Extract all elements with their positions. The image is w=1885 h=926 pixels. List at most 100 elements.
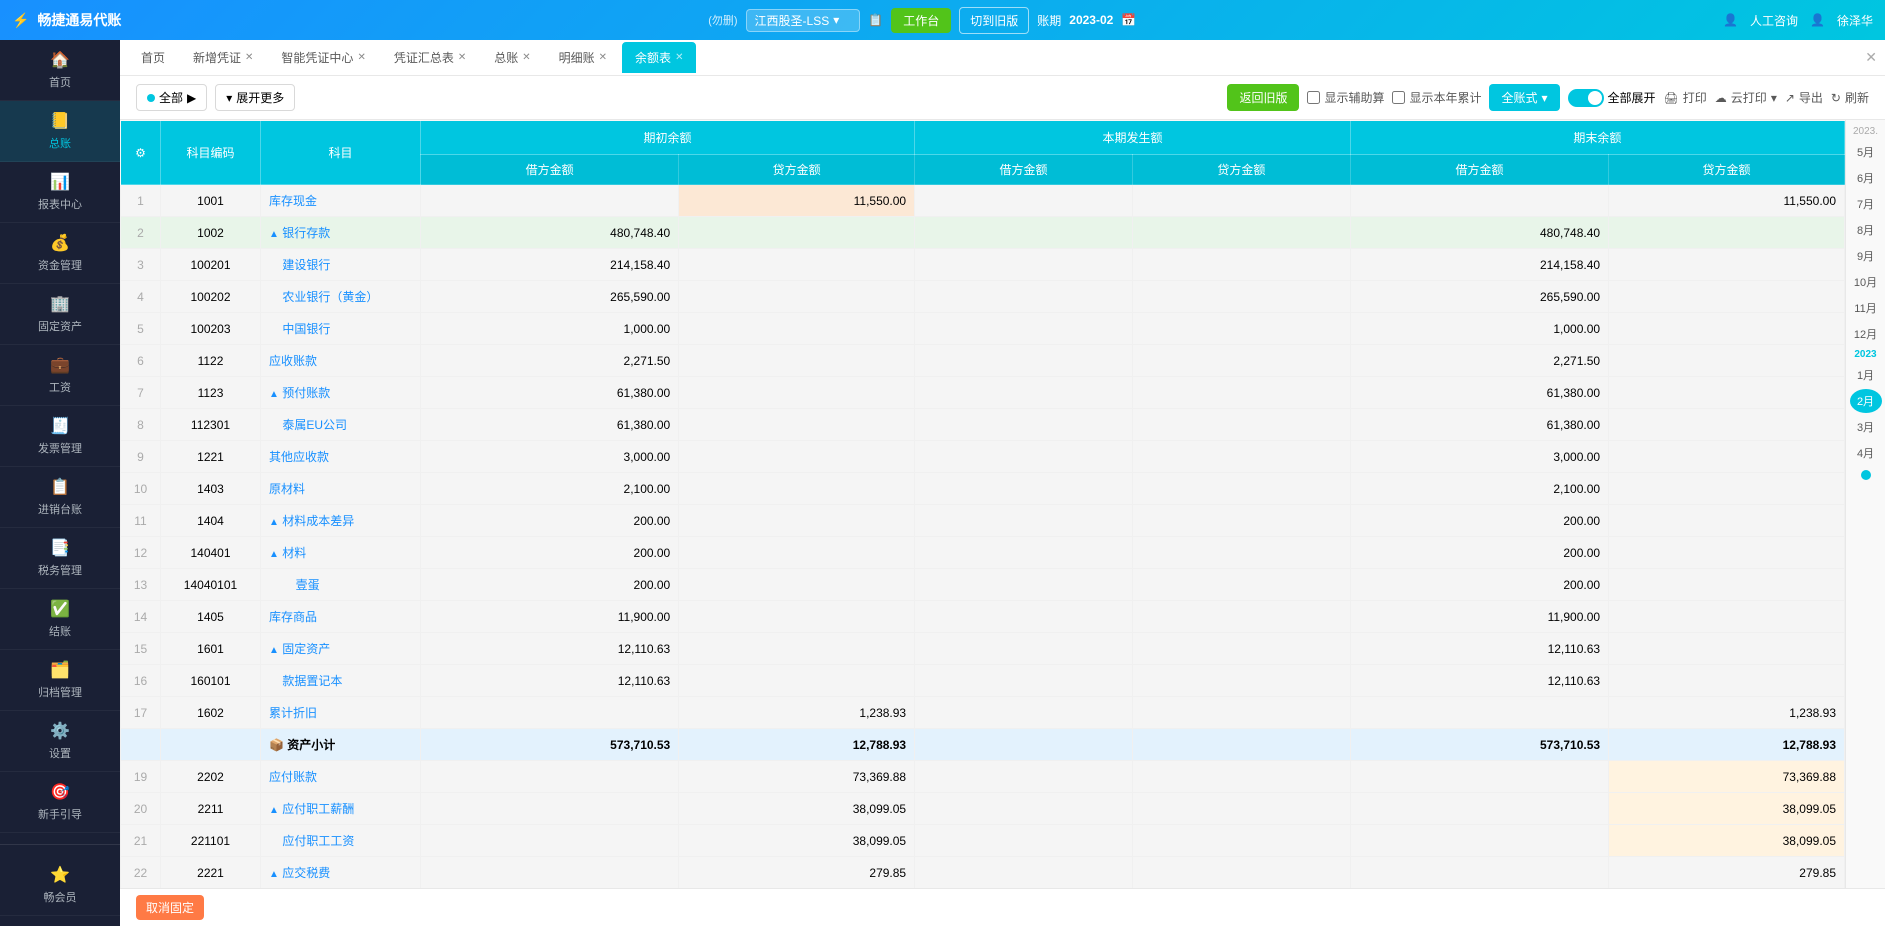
row-cp-credit [1132,761,1350,793]
tab-new-voucher[interactable]: 新增凭证 ✕ [180,42,266,73]
table-row: 5 100203 中国银行 1,000.00 1,000.00 [121,313,1845,345]
tab-bar: 首页 新增凭证 ✕ 智能凭证中心 ✕ 凭证汇总表 ✕ 总账 ✕ 明细账 ✕ [120,40,1885,76]
sidebar-item-newbie[interactable]: 🎯 新手引导 [0,772,120,833]
show-ytd-checkbox[interactable]: 显示本年累计 [1392,89,1481,106]
row-no: 22 [121,857,161,889]
sidebar-item-archive[interactable]: 🗂️ 归档管理 [0,650,120,711]
tab-detail-ledger-close[interactable]: ✕ [599,52,607,63]
cal-month-10[interactable]: 10月 [1850,270,1882,294]
row-eb-debit [1350,825,1608,857]
top-bar-right: 👤 人工咨询 👤 徐泽华 [1723,12,1873,29]
row-no: 21 [121,825,161,857]
row-ob-debit: 61,380.00 [421,377,679,409]
full-style-button[interactable]: 全账式 ▾ [1489,84,1559,111]
sidebar-item-payroll[interactable]: 💼 工资 [0,345,120,406]
expand-down-icon: ▾ [226,91,232,105]
old-version-button[interactable]: 切到旧版 [959,7,1029,34]
refresh-button[interactable]: ↻ 刷新 [1831,89,1869,106]
tab-general-ledger-close[interactable]: ✕ [522,52,530,63]
show-aux-checkbox[interactable]: 显示辅助算 [1307,89,1384,106]
cal-month-4[interactable]: 4月 [1850,441,1882,465]
cal-month-3[interactable]: 3月 [1850,415,1882,439]
row-no: 3 [121,249,161,281]
user-name[interactable]: 徐泽华 [1837,12,1873,29]
top-bar: ⚡ 畅捷通易代账 (勿删) 江西股圣-LSS ▾ 📋 工作台 切到旧版 账期 2… [0,0,1885,40]
print-button[interactable]: 🖨 打印 [1664,89,1707,106]
tab-smart-center[interactable]: 智能凭证中心 ✕ [268,42,378,73]
cal-month-2[interactable]: 2月 [1850,389,1882,413]
sidebar-item-capital[interactable]: 💰 资金管理 [0,223,120,284]
row-cp-credit [1132,313,1350,345]
tab-detail-ledger[interactable]: 明细账 ✕ [546,42,620,73]
sidebar-item-home[interactable]: 🏠 首页 [0,40,120,101]
export-icon: ↗ [1785,91,1795,105]
current-period-header: 本期发生额 [915,121,1351,155]
toggle-switch[interactable] [1568,89,1604,107]
workbench-button[interactable]: 工作台 [891,8,951,33]
company-selector[interactable]: 江西股圣-LSS ▾ [746,9,861,32]
row-eb-credit: 1,238.93 [1609,697,1845,729]
cal-month-7[interactable]: 7月 [1850,192,1882,216]
cal-month-6[interactable]: 6月 [1850,166,1882,190]
tab-voucher-summary[interactable]: 凭证汇总表 ✕ [381,42,479,73]
calendar-icon[interactable]: 📅 [1121,13,1136,27]
export-button[interactable]: ↗ 导出 [1785,89,1823,106]
table-row: 13 14040101 壹蛋 200.00 200.00 [121,569,1845,601]
row-eb-credit: 11,550.00 [1609,185,1845,217]
tab-balance-sheet-close[interactable]: ✕ [675,52,683,63]
sidebar-label-member: 畅会员 [44,889,77,905]
cal-toggle-icon[interactable] [1861,470,1871,480]
sidebar-item-general-ledger[interactable]: 📒 总账 [0,101,120,162]
cal-month-1[interactable]: 1月 [1850,363,1882,387]
sidebar-item-settings[interactable]: ⚙️ 设置 [0,711,120,772]
tab-voucher-summary-close[interactable]: ✕ [458,52,466,63]
tab-balance-sheet[interactable]: 余额表 ✕ [622,42,696,73]
filter-button[interactable]: 全部 ▶ [136,84,207,111]
sidebar-item-report-center[interactable]: 📊 报表中心 [0,162,120,223]
row-eb-credit [1609,505,1845,537]
row-cp-credit [1132,697,1350,729]
return-old-version-button[interactable]: 返回旧版 [1227,84,1299,111]
close-all-tabs-button[interactable]: ✕ [1865,49,1877,66]
settings-header[interactable]: ⚙ [121,121,161,185]
row-eb-credit [1609,601,1845,633]
show-aux-input[interactable] [1307,91,1320,104]
cal-month-8[interactable]: 8月 [1850,218,1882,242]
chevron-down-icon: ▾ [1542,91,1548,105]
tab-home[interactable]: 首页 [128,42,178,73]
row-cp-debit [915,793,1133,825]
unpin-button[interactable]: 取消固定 [136,895,204,920]
sidebar-item-invoice[interactable]: 🧾 发票管理 [0,406,120,467]
cal-year-label-2023: 2023 [1854,347,1876,362]
row-name: ▲ 银行存款 [261,217,421,249]
expand-more-button[interactable]: ▾ 展开更多 [215,84,295,111]
name-header: 科目 [261,121,421,185]
row-cp-debit [915,441,1133,473]
cloud-print-button[interactable]: ☁ 云打印 ▾ [1715,89,1777,106]
ob-debit-header: 借方金额 [421,155,679,185]
sidebar-item-purchase-sale[interactable]: 📋 进销台账 [0,467,120,528]
tab-general-ledger[interactable]: 总账 ✕ [481,42,543,73]
period-balance-header: 期初余额 [421,121,915,155]
table-settings-icon[interactable]: ⚙ [135,146,146,160]
sidebar-item-fixed-assets[interactable]: 🏢 固定资产 [0,284,120,345]
cal-month-5[interactable]: 5月 [1850,140,1882,164]
invoice-icon: 🧾 [50,416,70,436]
row-code: 1405 [161,601,261,633]
row-code: 221101 [161,825,261,857]
tab-new-voucher-close[interactable]: ✕ [245,52,253,63]
fixed-assets-icon: 🏢 [50,294,70,314]
show-ytd-input[interactable] [1392,91,1405,104]
sidebar-item-settlement[interactable]: ✅ 结账 [0,589,120,650]
copy-icon[interactable]: 📋 [868,13,883,27]
sidebar-item-tax[interactable]: 📑 税务管理 [0,528,120,589]
sidebar-item-member[interactable]: ⭐ 畅会员 [0,855,120,916]
row-eb-credit: 38,099.05 [1609,825,1845,857]
cal-month-9[interactable]: 9月 [1850,244,1882,268]
cal-month-12[interactable]: 12月 [1850,322,1882,346]
code-header: 科目编码 [161,121,261,185]
row-eb-debit: 61,380.00 [1350,409,1608,441]
consult-label[interactable]: 人工咨询 [1750,12,1798,29]
tab-smart-center-close[interactable]: ✕ [357,52,365,63]
cal-month-11[interactable]: 11月 [1850,296,1882,320]
